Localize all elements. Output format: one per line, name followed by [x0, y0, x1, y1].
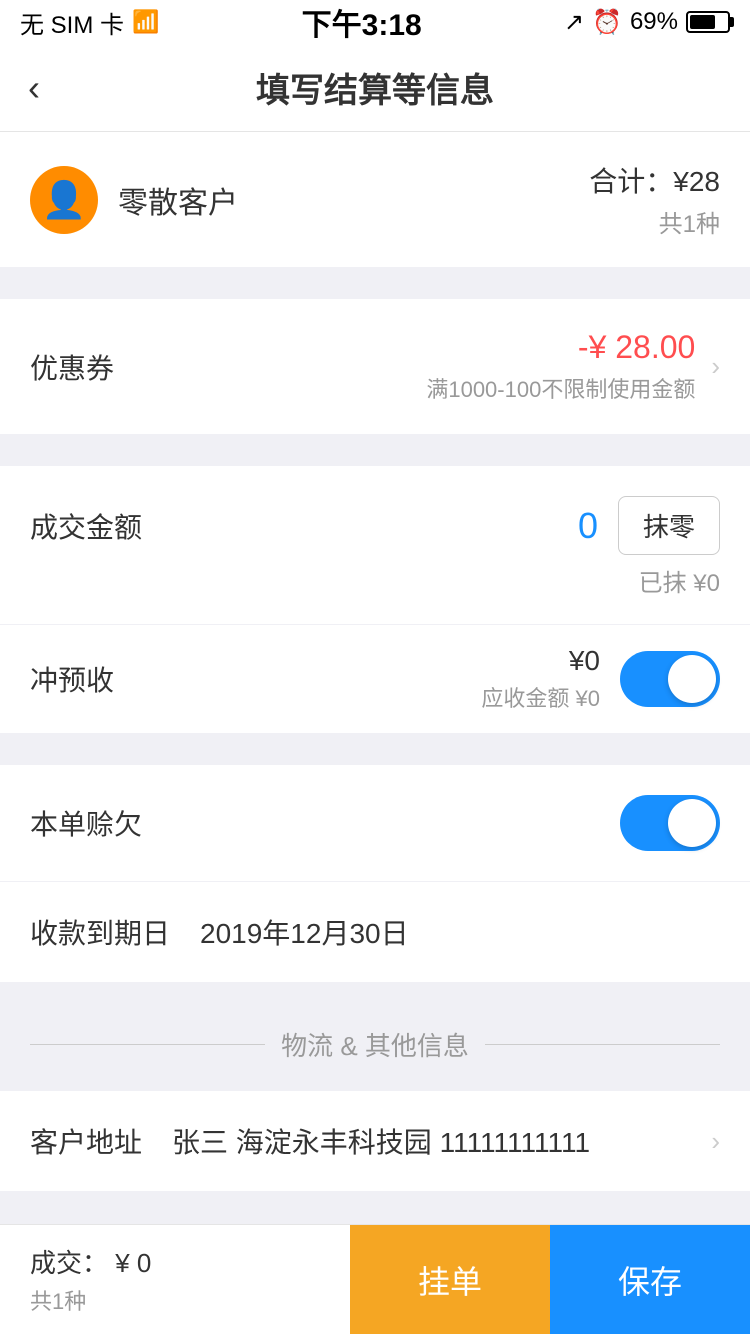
section-line-right — [485, 1044, 720, 1045]
prepay-toggle[interactable] — [620, 651, 720, 707]
credit-row: 本单赊欠 — [0, 765, 750, 881]
credit-card: 本单赊欠 收款到期日 2019年12月30日 — [0, 765, 750, 982]
customer-right: 合计：¥28 共1种 — [589, 160, 720, 239]
customer-card: 👤 零散客户 合计：¥28 共1种 — [0, 132, 750, 267]
due-date-row: 收款到期日 2019年12月30日 — [0, 881, 750, 982]
address-row[interactable]: 客户地址 张三 海淀永丰科技园 11111111111 › — [0, 1091, 750, 1191]
prepay-right-wrap: ¥0 应收金额 ¥0 — [481, 645, 720, 713]
round-zero-button[interactable]: 抹零 — [618, 496, 720, 555]
bottom-info: 成交： ¥ 0 共1种 — [0, 1243, 350, 1316]
avatar-icon: 👤 — [42, 179, 87, 221]
alarm-icon: ⏰ — [592, 8, 622, 37]
status-time: 下午3:18 — [302, 0, 422, 44]
coupon-row[interactable]: 优惠券 -¥ 28.00 满1000-100不限制使用金额 › — [0, 299, 750, 434]
coupon-card: 优惠券 -¥ 28.00 满1000-100不限制使用金额 › — [0, 299, 750, 434]
coupon-hint: 满1000-100不限制使用金额 — [426, 372, 695, 404]
credit-toggle[interactable] — [620, 795, 720, 851]
divider-2 — [0, 450, 750, 466]
credit-label: 本单赊欠 — [30, 803, 142, 843]
battery-percent: 69% — [630, 8, 678, 36]
section-line-left — [30, 1044, 265, 1045]
bottom-count: 共1种 — [30, 1284, 320, 1316]
customer-left: 👤 零散客户 — [30, 166, 238, 234]
transaction-card: 成交金额 0 抹零 已抹 ¥0 冲预收 ¥0 应收金额 ¥0 — [0, 466, 750, 733]
logistics-section-header: 物流 & 其他信息 — [0, 998, 750, 1091]
coupon-label: 优惠券 — [30, 347, 114, 387]
customer-avatar: 👤 — [30, 166, 98, 234]
total-count: 共1种 — [589, 204, 720, 239]
wifi-icon: 📶 — [132, 9, 159, 35]
toggle-knob — [668, 655, 716, 703]
pending-button[interactable]: 挂单 — [350, 1225, 550, 1334]
transaction-row: 成交金额 0 抹零 已抹 ¥0 — [0, 466, 750, 625]
prepay-label: 冲预收 — [30, 659, 114, 699]
prepay-receivable: 应收金额 ¥0 — [481, 681, 600, 713]
status-right: ↗ ⏰ 69% — [564, 8, 730, 37]
coupon-right: -¥ 28.00 满1000-100不限制使用金额 › — [426, 329, 720, 404]
prepay-amounts: ¥0 应收金额 ¥0 — [481, 645, 600, 713]
status-bar: 无 SIM 卡 📶 下午3:18 ↗ ⏰ 69% — [0, 0, 750, 44]
coupon-chevron-icon: › — [711, 351, 720, 382]
page-title: 填写结算等信息 — [256, 63, 494, 112]
address-chevron-icon: › — [711, 1126, 720, 1157]
battery-icon — [686, 11, 730, 33]
prepay-row: 冲预收 ¥0 应收金额 ¥0 — [0, 625, 750, 733]
divider-3 — [0, 749, 750, 765]
customer-row: 👤 零散客户 合计：¥28 共1种 — [0, 132, 750, 267]
total-amount: 合计：¥28 — [589, 160, 720, 200]
coupon-discount: -¥ 28.00 — [426, 329, 695, 366]
credit-toggle-knob — [668, 799, 716, 847]
address-card: 客户地址 张三 海淀永丰科技园 11111111111 › — [0, 1091, 750, 1191]
location-icon: ↗ — [564, 8, 584, 37]
bottom-bar: 成交： ¥ 0 共1种 挂单 保存 — [0, 1224, 750, 1334]
divider-1 — [0, 283, 750, 299]
bottom-deal-value: ¥ 0 — [115, 1248, 151, 1278]
coupon-value-wrap: -¥ 28.00 满1000-100不限制使用金额 — [426, 329, 695, 404]
status-left: 无 SIM 卡 📶 — [20, 5, 159, 40]
bottom-buttons: 挂单 保存 — [350, 1225, 750, 1334]
transaction-value[interactable]: 0 — [578, 505, 598, 547]
prepay-value: ¥0 — [481, 645, 600, 677]
section-header-text: 物流 & 其他信息 — [281, 1026, 469, 1063]
transaction-top: 成交金额 0 抹零 — [30, 496, 720, 555]
carrier-text: 无 SIM 卡 — [20, 5, 124, 40]
transaction-input-wrap: 0 抹零 — [578, 496, 720, 555]
prepay-top: 冲预收 ¥0 应收金额 ¥0 — [30, 645, 720, 713]
transaction-label: 成交金额 — [30, 506, 142, 546]
address-value: 张三 海淀永丰科技园 11111111111 — [172, 1121, 711, 1161]
transaction-bottom: 已抹 ¥0 — [30, 555, 720, 614]
address-label: 客户地址 — [30, 1121, 142, 1161]
due-date-label: 收款到期日 — [30, 912, 170, 952]
customer-name: 零散客户 — [118, 178, 238, 222]
bottom-deal-label: 成交： — [30, 1248, 108, 1278]
due-date-value: 2019年12月30日 — [200, 912, 409, 952]
content-area: 👤 零散客户 合计：¥28 共1种 优惠券 -¥ 28.00 满1000-100… — [0, 132, 750, 1327]
bottom-deal: 成交： ¥ 0 — [30, 1243, 320, 1280]
save-button[interactable]: 保存 — [550, 1225, 750, 1334]
nav-bar: ‹ 填写结算等信息 — [0, 44, 750, 132]
back-button[interactable]: ‹ — [28, 67, 40, 109]
